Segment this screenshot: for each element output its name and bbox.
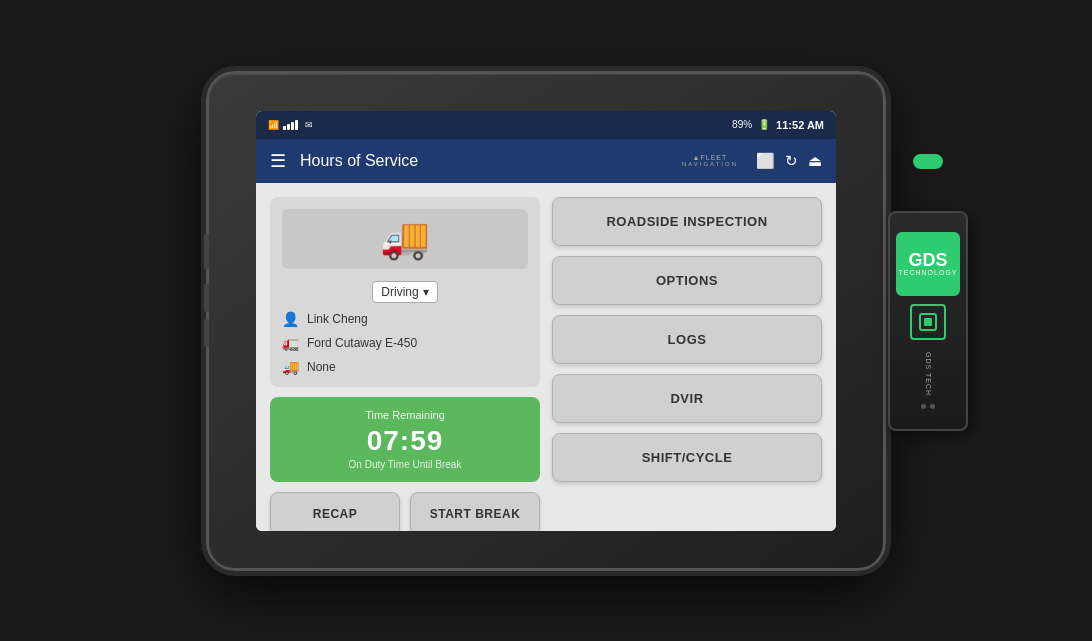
tablet-device: 📶 ✉ 89% 🔋 11:52 AM ☰: [206, 71, 886, 571]
camera-icon[interactable]: ⬜: [756, 152, 775, 170]
status-dropdown[interactable]: Driving ▾: [372, 281, 437, 303]
dot-1: [921, 404, 926, 409]
driver-card: 🚚 Driving ▾ 👤 Link Cheng: [270, 197, 540, 387]
left-action-buttons: RECAP START BREAK: [270, 492, 540, 531]
exit-icon[interactable]: ⏏: [808, 152, 822, 170]
signal-bar-1: [283, 126, 286, 130]
time-remaining-value: 07:59: [282, 425, 528, 457]
gds-logo-icon: [917, 311, 939, 333]
app-title: Hours of Service: [300, 152, 668, 170]
volume-down-button[interactable]: [204, 319, 209, 347]
power-button[interactable]: [204, 234, 209, 269]
module-dots: [921, 404, 935, 409]
signal-bar-2: [287, 124, 290, 130]
time-remaining-sublabel: On Duty Time Until Break: [282, 459, 528, 470]
tablet-screen: 📶 ✉ 89% 🔋 11:52 AM ☰: [256, 111, 836, 531]
refresh-icon[interactable]: ↻: [785, 152, 798, 170]
dot-2: [930, 404, 935, 409]
time-remaining-card: Time Remaining 07:59 On Duty Time Until …: [270, 397, 540, 482]
truck-visual: 🚚: [282, 209, 528, 269]
gds-subtitle-text: TECHNOLOGY: [898, 269, 957, 276]
header-icons: ⬜ ↻ ⏏: [756, 152, 822, 170]
app-header: ☰ Hours of Service ▲FLEET NAVIGATION ⬜ ↻…: [256, 139, 836, 183]
fleet-logo: ▲FLEET NAVIGATION: [682, 154, 738, 167]
gds-brand-text: GDS: [908, 251, 947, 269]
gds-module: GDS TECHNOLOGY GDS TECH: [888, 211, 968, 431]
vehicle-row: 🚛 Ford Cutaway E-450: [282, 335, 528, 351]
status-bar: 📶 ✉ 89% 🔋 11:52 AM: [256, 111, 836, 139]
right-panel: ROADSIDE INSPECTION OPTIONS LOGS DVIR SH…: [552, 197, 822, 531]
trailer-row: 🚚 None: [282, 359, 528, 375]
battery-indicator: 89%: [732, 119, 752, 130]
signal-bar-4: [295, 120, 298, 130]
chevron-down-icon: ▾: [423, 285, 429, 299]
vehicle-name: Ford Cutaway E-450: [307, 336, 417, 350]
shift-cycle-button[interactable]: SHIFT/CYCLE: [552, 433, 822, 482]
driving-status: Driving ▾: [282, 281, 528, 303]
trailer-icon: 🚚: [282, 359, 299, 375]
gds-icon-box: [910, 304, 946, 340]
logs-button[interactable]: LOGS: [552, 315, 822, 364]
signal-bars: [283, 120, 298, 130]
trailer-name: None: [307, 360, 336, 374]
fleet-logo-sub: NAVIGATION: [682, 161, 738, 167]
left-panel: 🚚 Driving ▾ 👤 Link Cheng: [270, 197, 540, 531]
truck-icon: 🚚: [380, 215, 430, 262]
start-break-button[interactable]: START BREAK: [410, 492, 540, 531]
status-time: 11:52 AM: [776, 119, 824, 131]
status-left: 📶 ✉: [268, 120, 313, 130]
svg-rect-1: [924, 318, 932, 326]
dvir-button[interactable]: DVIR: [552, 374, 822, 423]
status-label: Driving: [381, 285, 418, 299]
menu-icon[interactable]: ☰: [270, 150, 286, 172]
connector-cable: [913, 154, 943, 169]
options-button[interactable]: OPTIONS: [552, 256, 822, 305]
driver-name: Link Cheng: [307, 312, 368, 326]
truck-small-icon: 🚛: [282, 335, 299, 351]
driver-name-row: 👤 Link Cheng: [282, 311, 528, 327]
fleet-logo-top: ▲FLEET: [693, 154, 728, 161]
scene: 📶 ✉ 89% 🔋 11:52 AM ☰: [0, 0, 1092, 641]
app-content: 🚚 Driving ▾ 👤 Link Cheng: [256, 183, 836, 531]
status-right: 89% 🔋 11:52 AM: [732, 119, 824, 131]
roadside-inspection-button[interactable]: ROADSIDE INSPECTION: [552, 197, 822, 246]
gds-side-text: GDS TECH: [925, 352, 932, 396]
recap-button[interactable]: RECAP: [270, 492, 400, 531]
signal-bar-3: [291, 122, 294, 130]
time-remaining-label: Time Remaining: [282, 409, 528, 421]
volume-up-button[interactable]: [204, 284, 209, 312]
gds-badge: GDS TECHNOLOGY: [896, 232, 960, 296]
person-icon: 👤: [282, 311, 299, 327]
